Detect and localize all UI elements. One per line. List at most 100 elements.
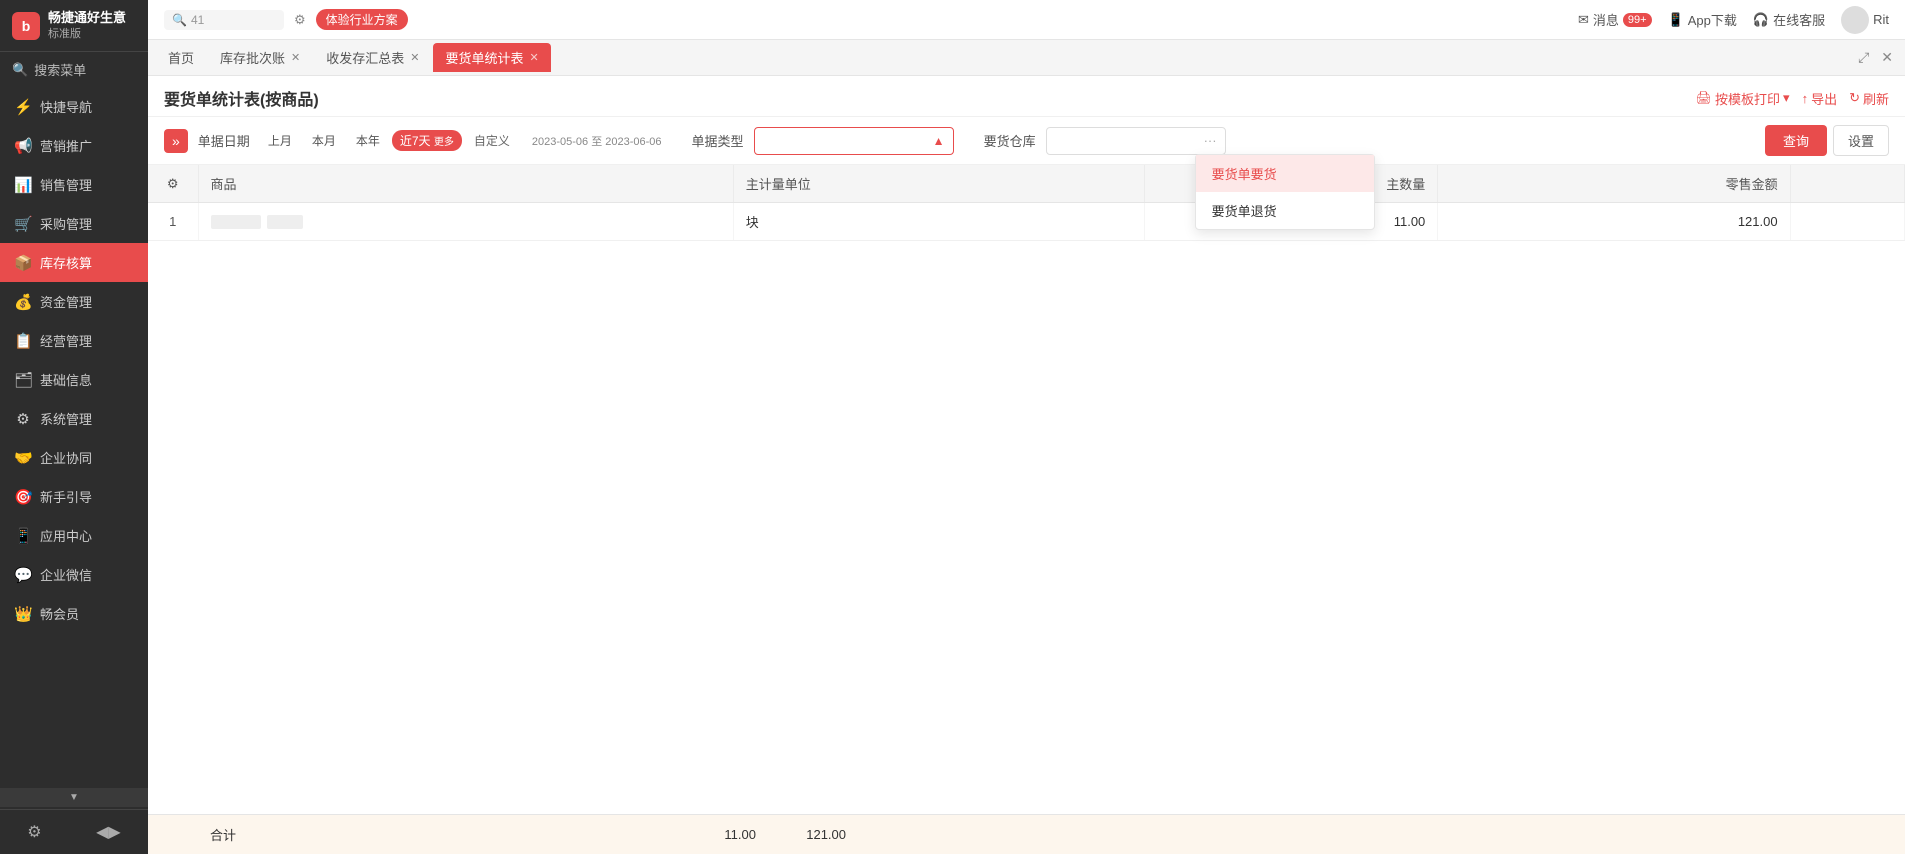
sidebar-item-purchase[interactable]: 🛒 采购管理 [0, 204, 148, 243]
refresh-button[interactable]: ↻ 刷新 [1849, 89, 1889, 108]
row-product [198, 203, 733, 241]
sidebar-item-inventory[interactable]: 📦 库存核算 [0, 243, 148, 282]
app-title: 畅捷通好生意 [48, 10, 126, 27]
sidebar-item-label: 经营管理 [40, 331, 92, 350]
page-actions: 🖨 按模板打印 ▾ ↑ 导出 ↻ 刷新 [1696, 89, 1890, 108]
notif-badge: 99+ [1623, 13, 1652, 27]
sidebar-item-operations[interactable]: 📋 经营管理 [0, 321, 148, 360]
operations-icon: 📋 [14, 332, 32, 350]
settings-icon[interactable]: ⚙ [19, 818, 49, 846]
online-service-label: 在线客服 [1773, 10, 1825, 29]
app-download-button[interactable]: 📱 App下载 [1668, 10, 1737, 29]
sidebar-scroll-down[interactable]: ▼ [0, 788, 148, 807]
user-avatar[interactable]: Rit [1841, 6, 1889, 34]
sidebar-item-app-center[interactable]: 📱 应用中心 [0, 516, 148, 555]
gear-icon[interactable]: ⚙ [294, 12, 306, 28]
notification-icon: ✉ [1578, 12, 1589, 28]
sidebar-item-label: 资金管理 [40, 292, 92, 311]
headset-icon: 🎧 [1753, 12, 1769, 28]
app-download-label: App下载 [1688, 10, 1737, 29]
marketing-icon: 📢 [14, 137, 32, 155]
member-icon: 👑 [14, 605, 32, 623]
sidebar-item-base-info[interactable]: 🗂 基础信息 [0, 360, 148, 399]
online-service-button[interactable]: 🎧 在线客服 [1753, 10, 1825, 29]
top-header: 🔍 41 ⚙ 体验行业方案 ✉ 消息 99+ 📱 App下载 🎧 在线客服 [148, 0, 1905, 40]
app-center-icon: 📱 [14, 527, 32, 545]
tab-close-icon[interactable]: ✕ [291, 51, 300, 64]
collapse-icon[interactable]: ◀▶ [88, 818, 129, 846]
sidebar-item-label: 基础信息 [40, 370, 92, 389]
dropdown-item-order-return[interactable]: 要货单退货 [1196, 192, 1374, 229]
date-last-month[interactable]: 上月 [260, 129, 300, 152]
col-product: 商品 [198, 165, 733, 203]
table-container: ⚙ 商品 主计量单位 主数量 零售金额 1 [148, 165, 1905, 814]
sidebar-item-finance[interactable]: 💰 资金管理 [0, 282, 148, 321]
date-filter-label: 单据日期 [198, 131, 250, 150]
warehouse-select[interactable]: ··· [1046, 127, 1226, 155]
notification-label: 消息 [1593, 10, 1619, 29]
query-button[interactable]: 查询 [1765, 125, 1827, 156]
col-settings[interactable]: ⚙ [148, 165, 198, 203]
setting-button[interactable]: 设置 [1833, 125, 1889, 156]
sidebar-item-label: 营销推广 [40, 136, 92, 155]
logo-icon: b [12, 12, 40, 40]
wechat-icon: 💬 [14, 566, 32, 584]
data-table: ⚙ 商品 主计量单位 主数量 零售金额 1 [148, 165, 1905, 241]
header-search-box[interactable]: 🔍 41 [164, 10, 284, 30]
sidebar-item-enterprise[interactable]: 🤝 企业协同 [0, 438, 148, 477]
maximize-icon[interactable]: ⤢ [1854, 47, 1873, 68]
search-icon: 🔍 [172, 13, 187, 27]
main-area: 🔍 41 ⚙ 体验行业方案 ✉ 消息 99+ 📱 App下载 🎧 在线客服 [148, 0, 1905, 854]
tab-close-icon[interactable]: ✕ [410, 51, 419, 64]
search-label: 搜索菜单 [34, 60, 86, 79]
enterprise-icon: 🤝 [14, 449, 32, 467]
user-name: Rit [1873, 12, 1889, 27]
tab-label: 库存批次账 [220, 48, 285, 67]
sidebar-item-sales[interactable]: 📊 销售管理 [0, 165, 148, 204]
filter-expand-button[interactable]: » [164, 129, 188, 153]
date-last-7days[interactable]: 近7天 更多 [392, 130, 462, 151]
tab-close-icon[interactable]: ✕ [530, 51, 539, 64]
filter-buttons: 查询 设置 [1765, 125, 1889, 156]
tab-inventory-batch[interactable]: 库存批次账 ✕ [208, 43, 312, 72]
print-template-button[interactable]: 🖨 按模板打印 ▾ [1696, 89, 1790, 108]
notification-button[interactable]: ✉ 消息 99+ [1578, 10, 1652, 29]
inventory-icon: 📦 [14, 254, 32, 272]
quick-nav-icon: ⚡ [14, 98, 32, 116]
col-unit: 主计量单位 [733, 165, 1145, 203]
phone-icon: 📱 [1668, 12, 1684, 28]
tab-order-stats[interactable]: 要货单统计表 ✕ [433, 43, 550, 72]
col-extra [1790, 165, 1904, 203]
sidebar-item-label: 系统管理 [40, 409, 92, 428]
sidebar-item-system[interactable]: ⚙ 系统管理 [0, 399, 148, 438]
filter-bar: » 单据日期 上月 本月 本年 近7天 更多 自定义 2023-05-06 至 … [148, 117, 1905, 165]
sidebar-item-label: 销售管理 [40, 175, 92, 194]
table-row: 1 块 11.00 121.00 [148, 203, 1905, 241]
close-icon[interactable]: ✕ [1877, 47, 1897, 68]
promo-button[interactable]: 体验行业方案 [316, 9, 408, 30]
sidebar-item-marketing[interactable]: 📢 营销推广 [0, 126, 148, 165]
sidebar-search[interactable]: 🔍 搜索菜单 [0, 52, 148, 87]
tab-home[interactable]: 首页 [156, 43, 206, 72]
tab-label: 要货单统计表 [445, 48, 523, 67]
finance-icon: 💰 [14, 293, 32, 311]
sidebar-item-member[interactable]: 👑 畅会员 [0, 594, 148, 633]
date-this-year[interactable]: 本年 [348, 129, 388, 152]
date-this-month[interactable]: 本月 [304, 129, 344, 152]
dropdown-item-order-goods[interactable]: 要货单要货 [1196, 155, 1374, 192]
sidebar-item-newbie[interactable]: 🎯 新手引导 [0, 477, 148, 516]
type-filter-label: 单据类型 [692, 131, 744, 150]
sidebar-item-wechat[interactable]: 💬 企业微信 [0, 555, 148, 594]
table-header-row: ⚙ 商品 主计量单位 主数量 零售金额 [148, 165, 1905, 203]
sidebar-item-label: 新手引导 [40, 487, 92, 506]
export-button[interactable]: ↑ 导出 [1802, 89, 1838, 108]
refresh-icon: ↻ [1849, 90, 1860, 106]
tab-label: 收发存汇总表 [326, 48, 404, 67]
row-unit: 块 [733, 203, 1145, 241]
tab-receivables-summary[interactable]: 收发存汇总表 ✕ [314, 43, 431, 72]
sidebar: b 畅捷通好生意 标准版 🔍 搜索菜单 ⚡ 快捷导航 📢 营销推广 📊 销售管理… [0, 0, 148, 854]
base-info-icon: 🗂 [14, 371, 32, 389]
sidebar-item-quick-nav[interactable]: ⚡ 快捷导航 [0, 87, 148, 126]
type-select[interactable]: ▲ 要货单要货 要货单退货 [754, 127, 954, 155]
date-custom[interactable]: 自定义 [466, 129, 518, 152]
